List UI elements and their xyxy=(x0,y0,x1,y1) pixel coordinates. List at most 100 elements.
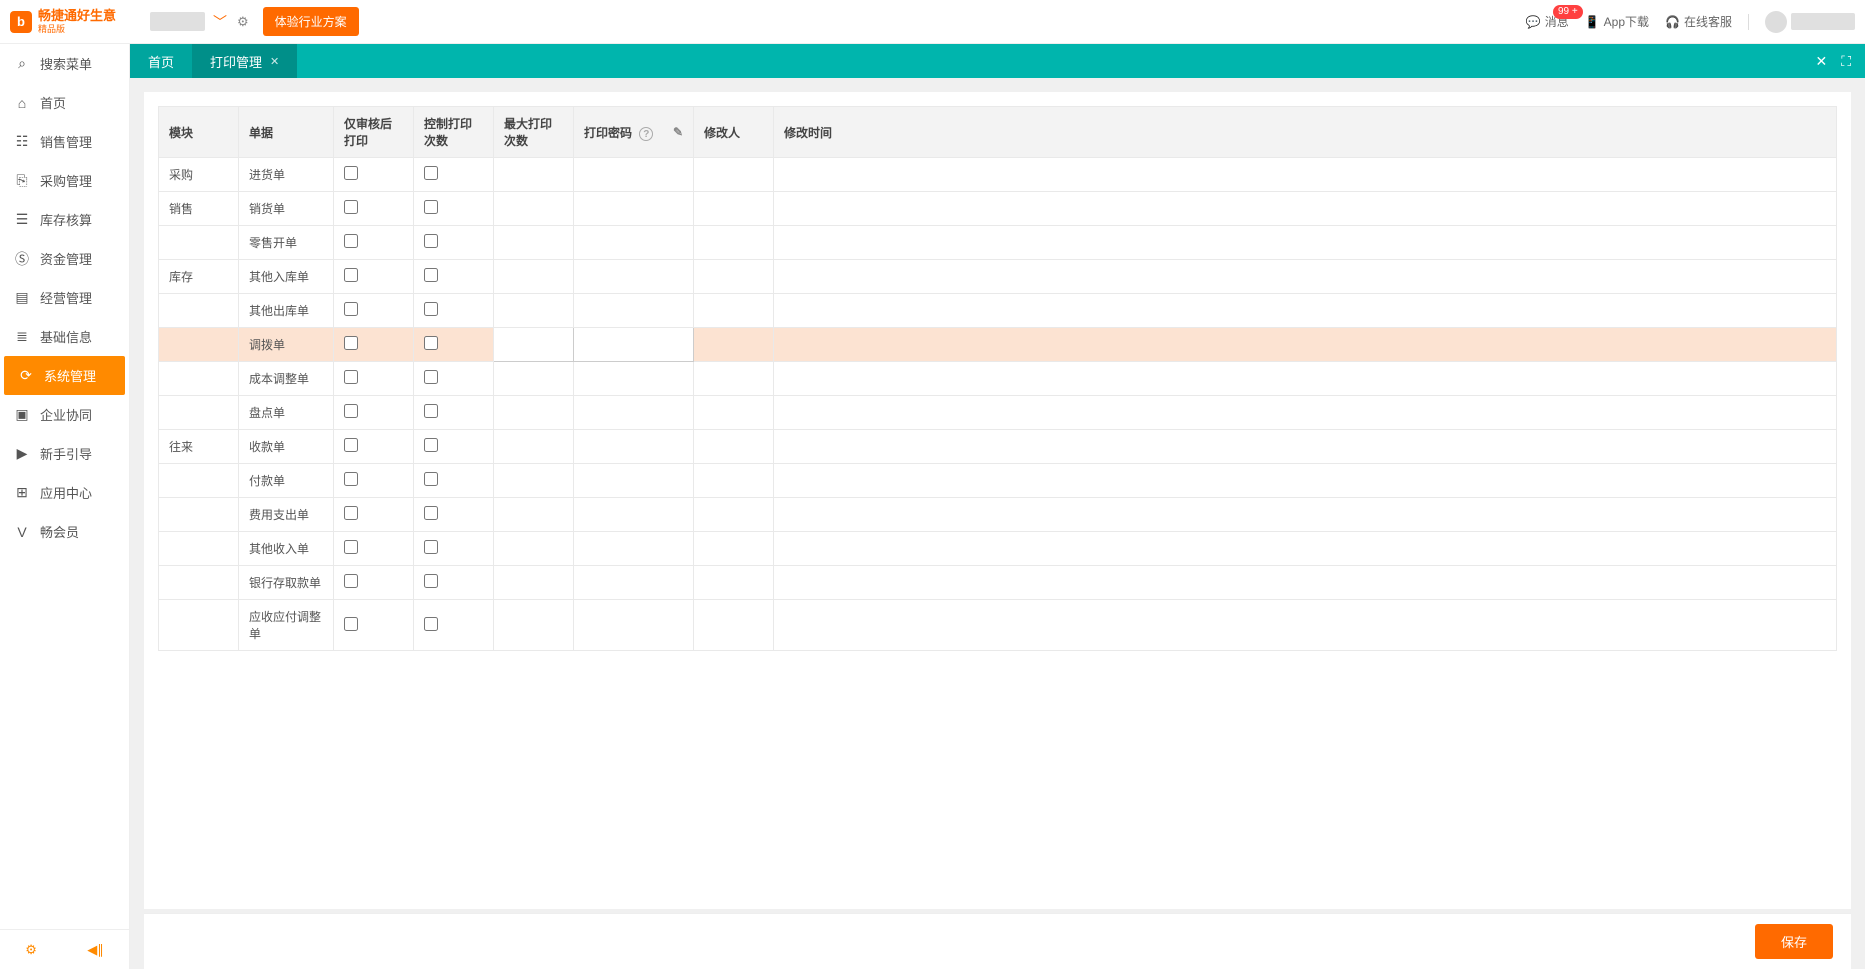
support-link[interactable]: 🎧 在线客服 xyxy=(1665,13,1732,30)
audit-print-checkbox[interactable] xyxy=(344,540,358,554)
table-row: 付款单 xyxy=(159,464,1837,498)
ctrl-count-checkbox[interactable] xyxy=(424,506,438,520)
close-icon[interactable]: ✕ xyxy=(270,55,279,68)
audit-print-checkbox[interactable] xyxy=(344,200,358,214)
gear-icon[interactable]: ⚙ xyxy=(237,14,249,30)
table-row: 盘点单 xyxy=(159,396,1837,430)
sidebar-item-label: 搜索菜单 xyxy=(40,54,92,73)
cell-modify-time xyxy=(774,532,1837,566)
cell-modifier xyxy=(694,532,774,566)
table-row: 库存其他入库单 xyxy=(159,260,1837,294)
audit-print-checkbox[interactable] xyxy=(344,472,358,486)
topbar: b 畅捷通好生意 精品版 ﹀ ⚙ 体验行业方案 💬 消息 99 + 📱 App下… xyxy=(0,0,1865,44)
cell-modifier xyxy=(694,430,774,464)
cell-doc: 调拨单 xyxy=(239,328,334,362)
audit-print-checkbox[interactable] xyxy=(344,438,358,452)
ctrl-count-checkbox[interactable] xyxy=(424,268,438,282)
audit-print-checkbox[interactable] xyxy=(344,506,358,520)
sidebar-item-basic[interactable]: ≣基础信息 xyxy=(0,317,129,356)
ctrl-count-checkbox[interactable] xyxy=(424,200,438,214)
tab-print-management[interactable]: 打印管理 ✕ xyxy=(192,44,297,78)
cell-audit-print xyxy=(334,566,414,600)
cell-max-count xyxy=(494,600,574,651)
audit-print-checkbox[interactable] xyxy=(344,268,358,282)
cell-max-count xyxy=(494,260,574,294)
support-label: 在线客服 xyxy=(1684,13,1732,30)
tab-home[interactable]: 首页 xyxy=(130,44,192,78)
sidebar-item-operate[interactable]: ▤经营管理 xyxy=(0,278,129,317)
sidebar-item-purchase[interactable]: ⎘采购管理 xyxy=(0,161,129,200)
audit-print-checkbox[interactable] xyxy=(344,574,358,588)
cell-max-count xyxy=(494,396,574,430)
app-download-link[interactable]: 📱 App下载 xyxy=(1585,13,1649,30)
table-row: 采购进货单 xyxy=(159,158,1837,192)
cell-print-pwd[interactable] xyxy=(574,328,694,362)
sidebar-item-sales[interactable]: ☷销售管理 xyxy=(0,122,129,161)
audit-print-checkbox[interactable] xyxy=(344,617,358,631)
finance-icon: Ⓢ xyxy=(14,251,30,267)
org-selector[interactable]: ﹀ xyxy=(150,12,227,32)
cell-modifier xyxy=(694,396,774,430)
sidebar-item-appcenter[interactable]: ⊞应用中心 xyxy=(0,473,129,512)
sidebar-item-guide[interactable]: ▶新手引导 xyxy=(0,434,129,473)
user-menu[interactable] xyxy=(1765,11,1855,33)
audit-print-checkbox[interactable] xyxy=(344,336,358,350)
cell-module xyxy=(159,396,239,430)
ctrl-count-checkbox[interactable] xyxy=(424,540,438,554)
cell-max-count[interactable] xyxy=(494,328,574,362)
cell-ctrl-count xyxy=(414,430,494,464)
sidebar-item-coop[interactable]: ▣企业协同 xyxy=(0,395,129,434)
org-name xyxy=(150,12,205,31)
tab-close-all-icon[interactable]: ✕ xyxy=(1815,53,1827,70)
ctrl-count-checkbox[interactable] xyxy=(424,234,438,248)
ctrl-count-checkbox[interactable] xyxy=(424,574,438,588)
ctrl-count-checkbox[interactable] xyxy=(424,336,438,350)
collapse-icon[interactable]: ◀∥ xyxy=(87,942,104,958)
ctrl-count-checkbox[interactable] xyxy=(424,370,438,384)
edit-icon[interactable]: ✎ xyxy=(673,125,683,139)
cell-doc: 应收应付调整单 xyxy=(239,600,334,651)
cell-audit-print xyxy=(334,226,414,260)
ctrl-count-checkbox[interactable] xyxy=(424,166,438,180)
messages-link[interactable]: 💬 消息 99 + xyxy=(1526,13,1569,30)
sidebar-item-inventory[interactable]: ☰库存核算 xyxy=(0,200,129,239)
cell-doc: 其他收入单 xyxy=(239,532,334,566)
sidebar-item-label: 资金管理 xyxy=(40,249,92,268)
audit-print-checkbox[interactable] xyxy=(344,404,358,418)
settings-icon[interactable]: ⚙ xyxy=(25,942,37,958)
brand-logo: b 畅捷通好生意 精品版 xyxy=(10,9,130,35)
sidebar-item-finance[interactable]: Ⓢ 资金管理 xyxy=(0,239,129,278)
cell-modifier xyxy=(694,600,774,651)
audit-print-checkbox[interactable] xyxy=(344,370,358,384)
sidebar-item-search[interactable]: ⌕搜索菜单 xyxy=(0,44,129,83)
audit-print-checkbox[interactable] xyxy=(344,302,358,316)
fullscreen-icon[interactable]: ⛶ xyxy=(1841,53,1851,70)
cell-modifier xyxy=(694,192,774,226)
cell-modify-time xyxy=(774,260,1837,294)
th-modifier: 修改人 xyxy=(694,107,774,158)
ctrl-count-checkbox[interactable] xyxy=(424,404,438,418)
cell-ctrl-count xyxy=(414,260,494,294)
ctrl-count-checkbox[interactable] xyxy=(424,438,438,452)
main: 首页 打印管理 ✕ ✕ ⛶ 模块 单据 仅审核后打印 xyxy=(130,44,1865,969)
sidebar-item-system[interactable]: ⟳系统管理 xyxy=(4,356,125,395)
trial-button[interactable]: 体验行业方案 xyxy=(263,7,359,36)
cell-module xyxy=(159,226,239,260)
cell-module xyxy=(159,532,239,566)
user-name xyxy=(1791,13,1855,30)
help-icon[interactable]: ? xyxy=(639,127,653,141)
save-button[interactable]: 保存 xyxy=(1755,924,1833,959)
audit-print-checkbox[interactable] xyxy=(344,234,358,248)
th-module: 模块 xyxy=(159,107,239,158)
cell-ctrl-count xyxy=(414,328,494,362)
cell-modifier xyxy=(694,498,774,532)
ctrl-count-checkbox[interactable] xyxy=(424,302,438,316)
sidebar-item-vip[interactable]: V畅会员 xyxy=(0,512,129,551)
audit-print-checkbox[interactable] xyxy=(344,166,358,180)
sidebar-item-home[interactable]: ⌂首页 xyxy=(0,83,129,122)
cell-ctrl-count xyxy=(414,464,494,498)
th-modify-time: 修改时间 xyxy=(774,107,1837,158)
sidebar-item-label: 经营管理 xyxy=(40,288,92,307)
ctrl-count-checkbox[interactable] xyxy=(424,472,438,486)
ctrl-count-checkbox[interactable] xyxy=(424,617,438,631)
